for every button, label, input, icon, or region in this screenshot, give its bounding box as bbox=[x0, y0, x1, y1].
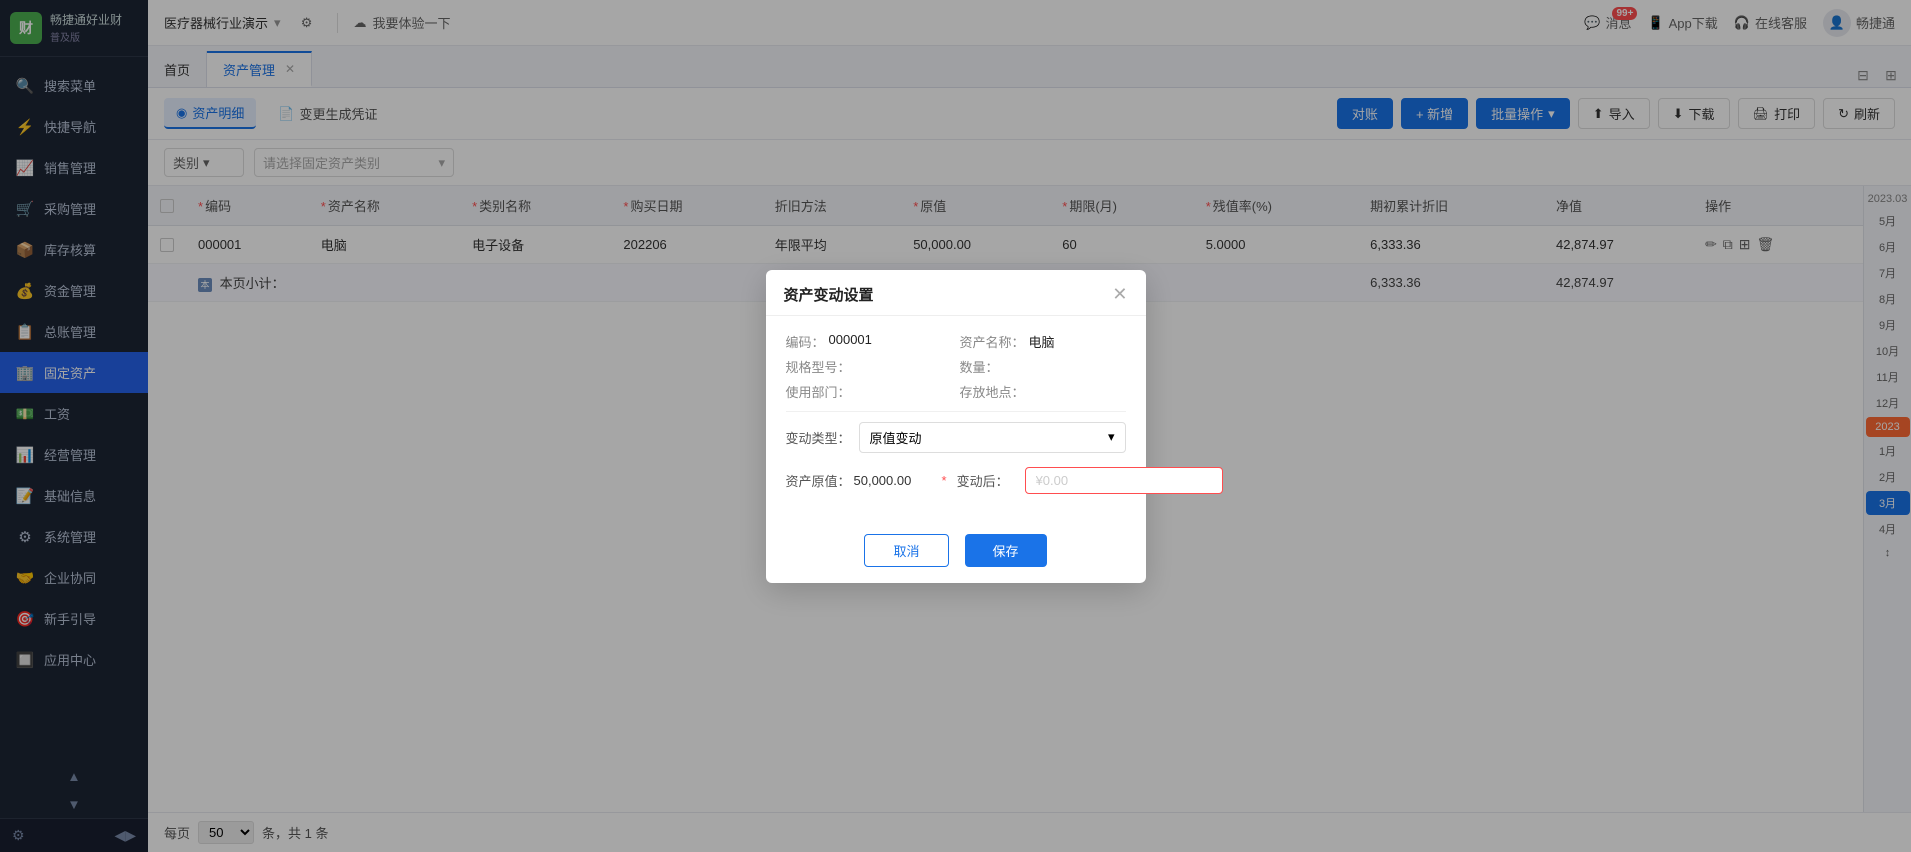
dialog-dept-col: 使用部门： bbox=[786, 382, 952, 401]
change-type-value: 原值变动 bbox=[870, 428, 922, 447]
asset-change-dialog: 资产变动设置 ✕ 编码： 000001 资产名称： 电脑 规格型号： bbox=[766, 270, 1146, 583]
value-row: 资产原值： 50,000.00 * 变动后： bbox=[786, 467, 1126, 494]
cancel-button[interactable]: 取消 bbox=[864, 534, 948, 567]
after-change-input[interactable] bbox=[1025, 467, 1223, 494]
department-label: 使用部门： bbox=[786, 382, 851, 401]
dialog-info-row-1: 编码： 000001 资产名称： 电脑 bbox=[786, 332, 1126, 351]
chevron-down-icon: ▾ bbox=[1108, 429, 1115, 445]
change-type-label: 变动类型： bbox=[786, 428, 851, 447]
dialog-location-col: 存放地点： bbox=[960, 382, 1126, 401]
code-label: 编码： bbox=[786, 332, 825, 351]
dialog-code-col: 编码： 000001 bbox=[786, 332, 952, 351]
original-value-display: 50,000.00 bbox=[854, 473, 934, 488]
dialog-close-btn[interactable]: ✕ bbox=[1112, 285, 1127, 303]
required-star: * bbox=[942, 473, 947, 488]
dialog-spec-col: 规格型号： bbox=[786, 357, 952, 376]
dialog-title: 资产变动设置 bbox=[784, 284, 874, 305]
code-value: 000001 bbox=[829, 332, 872, 351]
modal-overlay: 资产变动设置 ✕ 编码： 000001 资产名称： 电脑 规格型号： bbox=[0, 0, 1911, 852]
spec-label: 规格型号： bbox=[786, 357, 851, 376]
change-type-row: 变动类型： 原值变动 ▾ bbox=[786, 422, 1126, 453]
change-type-select[interactable]: 原值变动 ▾ bbox=[859, 422, 1126, 453]
asset-name-label: 资产名称： bbox=[960, 332, 1025, 351]
dialog-body: 编码： 000001 资产名称： 电脑 规格型号： 数量： bbox=[766, 316, 1146, 524]
asset-name-value: 电脑 bbox=[1029, 332, 1055, 351]
dialog-footer: 取消 保存 bbox=[766, 524, 1146, 583]
save-button[interactable]: 保存 bbox=[965, 534, 1047, 567]
dialog-divider bbox=[786, 411, 1126, 412]
original-value-label: 资产原值： bbox=[786, 471, 846, 490]
dialog-header: 资产变动设置 ✕ bbox=[766, 270, 1146, 316]
location-label: 存放地点： bbox=[960, 382, 1025, 401]
dialog-quantity-col: 数量： bbox=[960, 357, 1126, 376]
quantity-label: 数量： bbox=[960, 357, 999, 376]
after-change-label: 变动后： bbox=[957, 471, 1017, 490]
dialog-name-col: 资产名称： 电脑 bbox=[960, 332, 1126, 351]
dialog-info-row-3: 使用部门： 存放地点： bbox=[786, 382, 1126, 401]
dialog-info-row-2: 规格型号： 数量： bbox=[786, 357, 1126, 376]
